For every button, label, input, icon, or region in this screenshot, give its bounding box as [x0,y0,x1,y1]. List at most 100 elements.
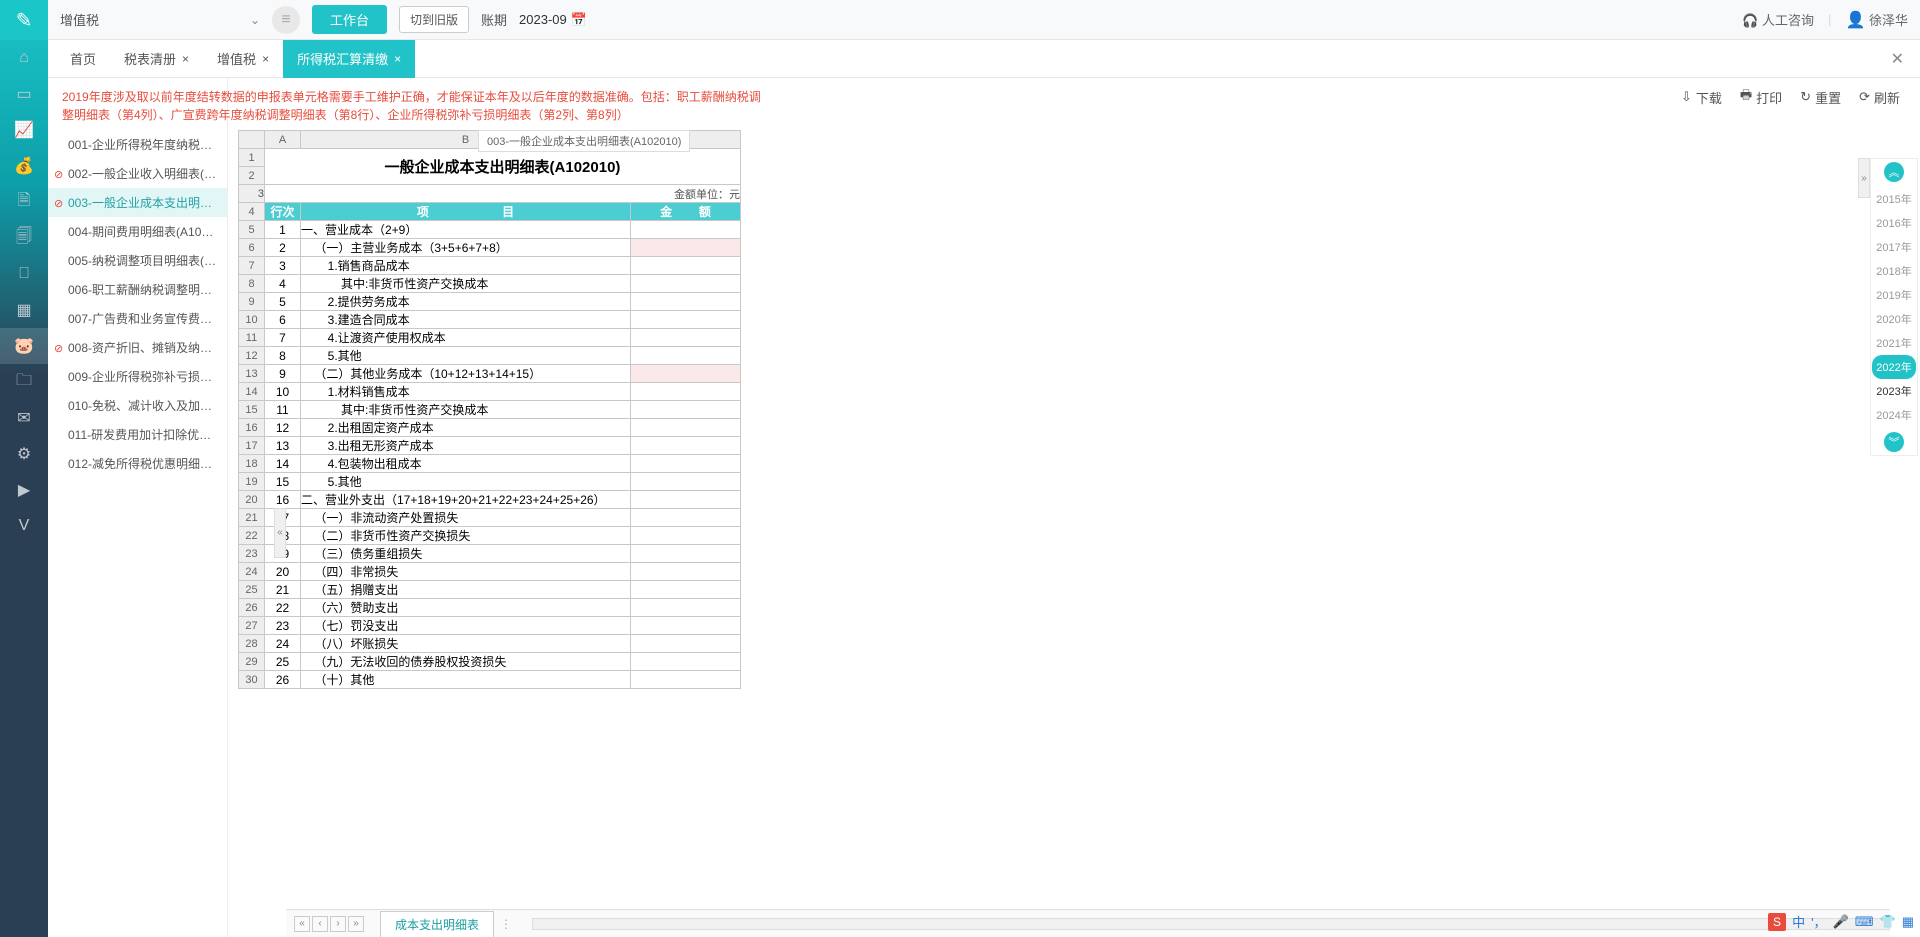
tab-close-icon[interactable]: × [182,52,189,66]
nav-doc-icon[interactable]: 🗎 [0,184,48,220]
nav-calendar-icon[interactable]: ▦ [0,292,48,328]
nav-form-icon[interactable]: ⎕ [0,256,48,292]
amount-cell[interactable] [631,347,741,365]
row-header[interactable]: 26 [239,599,265,617]
nav-video-icon[interactable]: ▶ [0,472,48,508]
project-cell[interactable]: 其中:非货币性资产交换成本 [301,401,631,419]
seq-cell[interactable]: 8 [265,347,301,365]
amount-cell[interactable] [631,383,741,401]
user-menu[interactable]: 👤 徐泽华 [1845,10,1908,30]
tab-2[interactable]: 增值税× [203,40,283,78]
project-cell[interactable]: （六）赞助支出 [301,599,631,617]
ime-shirt-icon[interactable]: 👕 [1880,914,1896,930]
amount-cell[interactable] [631,671,741,689]
collapse-handle-icon[interactable]: « [274,508,286,558]
project-cell[interactable]: （一）非流动资产处置损失 [301,509,631,527]
project-cell[interactable]: （二）其他业务成本（10+12+13+14+15） [301,365,631,383]
project-cell[interactable]: （五）捐赠支出 [301,581,631,599]
amount-cell[interactable] [631,437,741,455]
seq-cell[interactable]: 6 [265,311,301,329]
amount-cell[interactable] [631,581,741,599]
amount-cell[interactable] [631,455,741,473]
sheet-nav-first-icon[interactable]: « [294,916,310,932]
project-cell[interactable]: 其中:非货币性资产交换成本 [301,275,631,293]
seq-cell[interactable]: 2 [265,239,301,257]
expand-handle-icon[interactable]: » [1858,158,1870,198]
amount-cell[interactable] [631,509,741,527]
seq-cell[interactable]: 24 [265,635,301,653]
year-button[interactable]: 2015年 [1872,187,1916,211]
project-cell[interactable]: （七）罚没支出 [301,617,631,635]
row-header[interactable]: 24 [239,563,265,581]
breadcrumb[interactable]: 增值税 ⌄ [60,10,260,29]
ime-logo-icon[interactable]: S [1768,913,1786,931]
tab-0[interactable]: 首页 [56,40,110,78]
amount-cell[interactable] [631,239,741,257]
project-cell[interactable]: （一）主营业务成本（3+5+6+7+8） [301,239,631,257]
ime-keyboard-icon[interactable]: ⌨ [1855,914,1874,930]
row-header[interactable]: 12 [239,347,265,365]
project-cell[interactable]: （九）无法收回的债券股权投资损失 [301,653,631,671]
amount-cell[interactable] [631,257,741,275]
workspace-button[interactable]: 工作台 [312,5,387,34]
amount-cell[interactable] [631,311,741,329]
nav-inbox-icon[interactable]: ✉ [0,400,48,436]
row-header[interactable]: 14 [239,383,265,401]
amount-cell[interactable] [631,275,741,293]
form-list-item[interactable]: 009-企业所得税弥补亏损明... [48,362,227,391]
year-button[interactable]: 2022年 [1872,355,1916,379]
col-header-a[interactable]: A [265,131,301,149]
nav-money-icon[interactable]: 💰 [0,148,48,184]
amount-cell[interactable] [631,617,741,635]
nav-settings-icon[interactable]: ⚙ [0,436,48,472]
project-cell[interactable]: 5.其他 [301,347,631,365]
year-down-icon[interactable]: ︾ [1884,432,1904,452]
row-header[interactable]: 18 [239,455,265,473]
spreadsheet-table[interactable]: A B C 1一般企业成本支出明细表(A102010) 2 3金额单位：元 4 … [238,130,741,689]
refresh-button[interactable]: ⟳刷新 [1859,86,1900,108]
ime-lang[interactable]: 中 [1792,912,1805,931]
seq-cell[interactable]: 22 [265,599,301,617]
amount-cell[interactable] [631,419,741,437]
switch-old-button[interactable]: 切到旧版 [399,6,469,33]
seq-cell[interactable]: 13 [265,437,301,455]
seq-cell[interactable]: 15 [265,473,301,491]
print-button[interactable]: 🖶打印 [1740,86,1782,108]
seq-cell[interactable]: 1 [265,221,301,239]
row-header[interactable]: 7 [239,257,265,275]
menu-toggle-icon[interactable]: ≡ [272,6,300,34]
app-logo-icon[interactable]: ✎ [0,0,48,40]
year-button[interactable]: 2023年 [1872,379,1916,403]
amount-cell[interactable] [631,329,741,347]
form-list-item[interactable]: 005-纳税调整项目明细表(A1... [48,246,227,275]
year-button[interactable]: 2018年 [1872,259,1916,283]
row-header[interactable]: 23 [239,545,265,563]
seq-cell[interactable]: 26 [265,671,301,689]
project-cell[interactable]: 1.销售商品成本 [301,257,631,275]
row-header[interactable]: 30 [239,671,265,689]
row-header[interactable]: 20 [239,491,265,509]
tab-close-icon[interactable]: × [262,52,269,66]
seq-cell[interactable]: 14 [265,455,301,473]
sheet-nav-prev-icon[interactable]: ‹ [312,916,328,932]
amount-cell[interactable] [631,491,741,509]
row-header[interactable]: 5 [239,221,265,239]
seq-cell[interactable]: 9 [265,365,301,383]
row-header[interactable]: 11 [239,329,265,347]
form-list-item[interactable]: ⊘002-一般企业收入明细表(A... [48,159,227,188]
form-list-item[interactable]: 001-企业所得税年度纳税申... [48,130,227,159]
form-list-item[interactable]: ⊘008-资产折旧、摊销及纳税... [48,333,227,362]
row-header[interactable]: 17 [239,437,265,455]
sheet-horizontal-scrollbar[interactable] [532,918,1890,930]
year-button[interactable]: 2019年 [1872,283,1916,307]
sheet-nav-next-icon[interactable]: › [330,916,346,932]
seq-cell[interactable]: 16 [265,491,301,509]
year-button[interactable]: 2016年 [1872,211,1916,235]
year-button[interactable]: 2021年 [1872,331,1916,355]
nav-home-icon[interactable]: ⌂ [0,40,48,76]
row-header[interactable]: 13 [239,365,265,383]
nav-ledger-icon[interactable]: ▭ [0,76,48,112]
period-picker[interactable]: 2023-09 📅 [519,12,587,28]
nav-chart-icon[interactable]: 📈 [0,112,48,148]
project-cell[interactable]: 一、营业成本（2+9） [301,221,631,239]
